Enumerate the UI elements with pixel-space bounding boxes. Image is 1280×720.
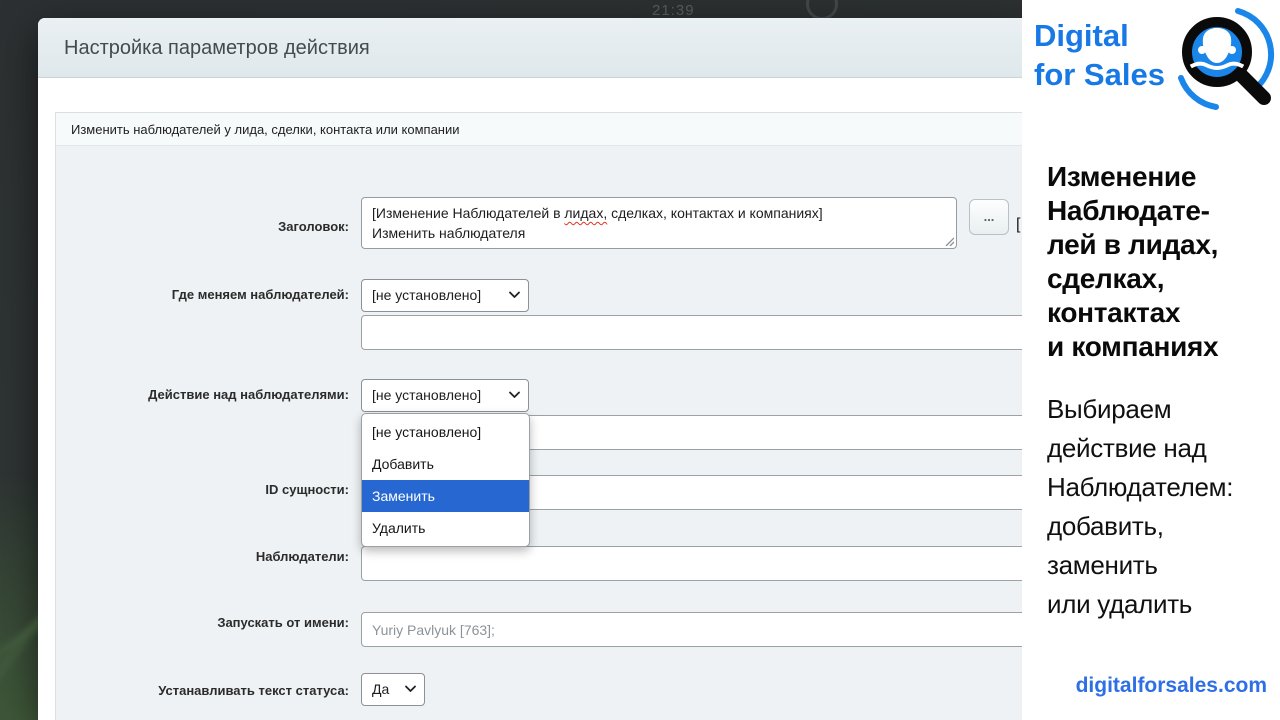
brand-logo-line2: for Sales [1034, 57, 1165, 92]
action-select-dropdown: [не установлено] Добавить Заменить Удали… [361, 413, 530, 547]
robot-settings-panel: Изменить наблюдателей у лида, сделки, ко… [55, 112, 1038, 720]
insert-value-button[interactable]: ... [969, 199, 1009, 235]
where-input[interactable] [361, 315, 1038, 350]
dropdown-option-not-set[interactable]: [не установлено] [362, 416, 529, 448]
cut-off-text-fragment: [ [1016, 216, 1021, 233]
backdrop-clock-text: 21:39 [652, 2, 695, 19]
brand-logo-text: Digital for Sales [1034, 16, 1165, 94]
backdrop-avatar-circle [806, 0, 838, 20]
label-title: Заголовок: [278, 219, 349, 234]
label-status-text: Устанавливать текст статуса: [158, 683, 349, 698]
dropdown-option-add[interactable]: Добавить [362, 448, 529, 480]
observers-input[interactable] [361, 546, 1038, 581]
brand-subtext: Выбираем действие над Наблюдателем: доба… [1047, 394, 1234, 619]
label-run-as: Запускать от имени: [217, 615, 349, 630]
magnifier-face-logo-icon [1178, 8, 1275, 110]
status-text-select[interactable]: Да [361, 673, 425, 706]
title-text-part: сделках, контактах и компаниях] [607, 205, 823, 221]
title-text-line2: Изменить наблюдателя [372, 225, 526, 241]
settings-form: Заголовок: Где меняем наблюдателей: Дейс… [39, 19, 1038, 720]
title-textarea[interactable]: [Изменение Наблюдателей в лидах, сделках… [361, 197, 957, 249]
brand-heading: Изменение Наблюдате- лей в лидах, сделка… [1047, 161, 1219, 362]
where-select[interactable]: [не установлено] [361, 279, 529, 312]
run-as-input[interactable] [361, 612, 1038, 647]
status-text-select-value: Да [372, 681, 390, 697]
action-settings-dialog: Настройка параметров действия Изменить н… [38, 18, 1038, 720]
label-entity-id: ID сущности: [265, 482, 349, 497]
action-select-value: [не установлено] [372, 387, 482, 403]
resize-handle-icon[interactable] [944, 236, 954, 246]
brand-logo-line1: Digital [1034, 18, 1129, 53]
screen: 21:39 Настройка параметров действия Изме… [0, 0, 1280, 720]
label-action: Действие над наблюдателями: [148, 387, 349, 402]
brand-website-url: digitalforsales.com [1075, 674, 1267, 697]
label-where: Где меняем наблюдателей: [171, 287, 349, 302]
dropdown-option-replace[interactable]: Заменить [362, 480, 529, 512]
title-text-part: [Изменение Наблюдателей в [372, 205, 565, 221]
label-observers: Наблюдатели: [255, 549, 349, 564]
chevron-down-icon [405, 685, 416, 692]
dropdown-option-delete[interactable]: Удалить [362, 512, 529, 544]
where-select-value: [не установлено] [372, 287, 482, 303]
brand-overlay-panel: Digital for Sales Изменение Наблюдате- л… [1022, 0, 1280, 720]
title-text-misspelled: лидах, [564, 205, 608, 221]
chevron-down-icon [509, 291, 520, 298]
action-select[interactable]: [не установлено] [361, 379, 529, 412]
chevron-down-icon [509, 391, 520, 398]
